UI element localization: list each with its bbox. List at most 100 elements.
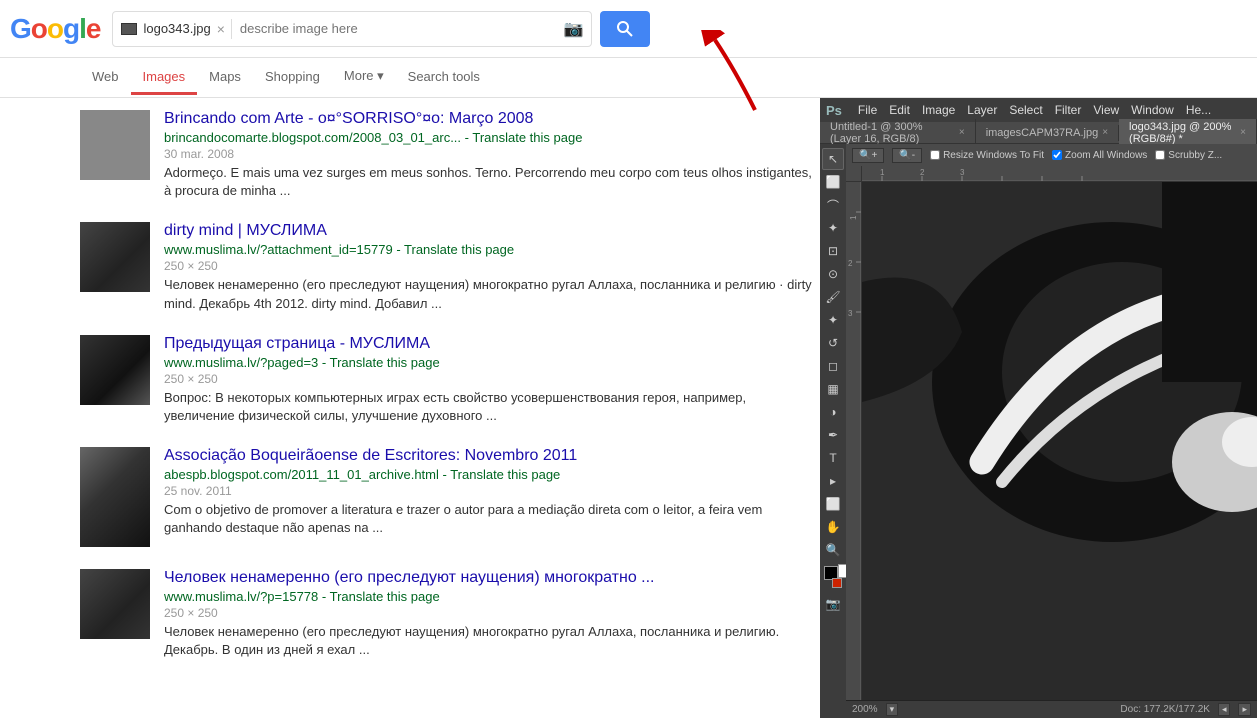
translate-link[interactable]: Translate this page: [450, 467, 560, 482]
ps-scrubby-zoom-checkbox[interactable]: [1155, 150, 1165, 160]
ps-resize-checkbox: Resize Windows To Fit: [930, 150, 1044, 161]
result-size: 250 × 250: [164, 372, 820, 386]
ps-path-select-tool[interactable]: ▸: [822, 470, 844, 492]
ps-type-tool[interactable]: T: [822, 447, 844, 469]
ps-zoom-all-windows-checkbox[interactable]: [1052, 150, 1062, 160]
ps-menu-view[interactable]: View: [1093, 103, 1119, 117]
ps-doc-nav-right[interactable]: ▸: [1238, 703, 1251, 716]
google-logo: Google: [10, 13, 100, 45]
ps-ruler-top: 1 2 3: [862, 166, 1257, 182]
result-title[interactable]: Brincando com Arte - o¤°SORRISO°¤o: Març…: [164, 110, 820, 128]
ps-gradient-tool[interactable]: ▦: [822, 378, 844, 400]
ps-lasso-tool[interactable]: ⌒: [822, 194, 844, 216]
result-url: www.muslima.lv/?paged=3 - Translate this…: [164, 355, 820, 370]
ps-eraser-tool[interactable]: ◻: [822, 355, 844, 377]
ps-tab-logo[interactable]: logo343.jpg @ 200% (RGB/8#) * ×: [1119, 119, 1257, 147]
result-thumbnail: [80, 569, 150, 639]
translate-link[interactable]: Translate this page: [472, 130, 582, 145]
ps-spot-heal-tool[interactable]: ⊙: [822, 263, 844, 285]
svg-text:2: 2: [920, 168, 925, 177]
ps-tab-close[interactable]: ×: [1102, 127, 1108, 138]
search-button[interactable]: [600, 11, 650, 47]
ps-zoom-in-button[interactable]: 🔍+: [852, 148, 884, 163]
ps-resize-label: Resize Windows To Fit: [943, 150, 1044, 161]
result-info: Человек ненамеренно (его преследуют наущ…: [164, 569, 820, 659]
ps-statusbar: 200% ▾ Doc: 177.2K/177.2K ◂ ▸: [846, 700, 1257, 718]
result-url: brincandocomarte.blogspot.com/2008_03_01…: [164, 130, 820, 145]
camera-search-button[interactable]: 📷: [564, 19, 584, 39]
tab-search-tools[interactable]: Search tools: [396, 61, 492, 95]
result-title[interactable]: dirty mind | МУСЛИМА: [164, 222, 820, 240]
ps-menu-window[interactable]: Window: [1131, 103, 1174, 117]
tab-maps[interactable]: Maps: [197, 61, 253, 95]
header: Google logo343.jpg × 📷: [0, 0, 1257, 58]
ps-menu-file[interactable]: File: [858, 103, 877, 117]
result-snippet: Вопрос: В некоторых компьютерных играх е…: [164, 389, 820, 425]
result-url: abespb.blogspot.com/2011_11_01_archive.h…: [164, 467, 820, 482]
translate-link[interactable]: Translate this page: [330, 589, 440, 604]
ps-background-color[interactable]: [838, 564, 846, 578]
tab-more[interactable]: More ▾: [332, 60, 396, 95]
ps-magic-wand-tool[interactable]: ✦: [822, 217, 844, 239]
ps-tab-close[interactable]: ×: [959, 127, 965, 138]
result-title[interactable]: Предыдущая страница - МУСЛИМА: [164, 335, 820, 353]
ps-tab-untitled[interactable]: Untitled-1 @ 300% (Layer 16, RGB/8) ×: [820, 119, 976, 147]
nav-tabs: Web Images Maps Shopping More ▾ Search t…: [0, 58, 1257, 98]
ps-scrubby-checkbox: Scrubby Z...: [1155, 150, 1222, 161]
result-size: 250 × 250: [164, 606, 820, 620]
photoshop-panel: Ps File Edit Image Layer Select Filter V…: [820, 98, 1257, 718]
result-url: www.muslima.lv/?attachment_id=15779 - Tr…: [164, 242, 820, 257]
ps-zoom-dropdown-button[interactable]: ▾: [886, 703, 899, 716]
ps-color-box: [822, 566, 844, 588]
ps-camera-tool[interactable]: 📷: [822, 593, 844, 615]
ps-crop-tool[interactable]: ⊡: [822, 240, 844, 262]
table-row: dirty mind | МУСЛИМА www.muslima.lv/?att…: [80, 222, 820, 312]
translate-link[interactable]: Translate this page: [330, 355, 440, 370]
ps-menu-help[interactable]: He...: [1186, 103, 1211, 117]
ps-move-tool[interactable]: ↖: [822, 148, 844, 170]
table-row: Brincando com Arte - o¤°SORRISO°¤o: Març…: [80, 110, 820, 200]
svg-text:1: 1: [849, 215, 858, 220]
ps-shape-tool[interactable]: ⬜: [822, 493, 844, 515]
svg-text:3: 3: [848, 309, 853, 318]
tab-images[interactable]: Images: [131, 61, 198, 95]
ps-marquee-tool[interactable]: ⬜: [822, 171, 844, 193]
ps-brush-tool[interactable]: 🖌: [822, 286, 844, 308]
ps-workspace: ↖ ⬜ ⌒ ✦ ⊡ ⊙ 🖌 ✦ ↺ ◻ ▦ ◑ ✒ T ▸ ⬜ ✋ 🔍: [820, 144, 1257, 718]
table-row: Человек ненамеренно (его преследуют наущ…: [80, 569, 820, 659]
search-bar: logo343.jpg × 📷: [112, 11, 592, 47]
ps-zoom-all-checkbox: Zoom All Windows: [1052, 150, 1147, 161]
result-size: 250 × 250: [164, 259, 820, 273]
ps-menu-layer[interactable]: Layer: [967, 103, 997, 117]
ps-menu-image[interactable]: Image: [922, 103, 955, 117]
ps-image-area: [862, 182, 1257, 700]
result-thumbnail: [80, 447, 150, 547]
tab-shopping[interactable]: Shopping: [253, 61, 332, 95]
ps-menu-filter[interactable]: Filter: [1055, 103, 1082, 117]
ps-menu-select[interactable]: Select: [1009, 103, 1042, 117]
result-title[interactable]: Человек ненамеренно (его преследуют наущ…: [164, 569, 820, 587]
result-thumbnail: [80, 110, 150, 180]
ps-clone-tool[interactable]: ✦: [822, 309, 844, 331]
table-row: Associação Boqueirãoense de Escritores: …: [80, 447, 820, 547]
ps-hand-tool[interactable]: ✋: [822, 516, 844, 538]
ps-zoom-out-button[interactable]: 🔍-: [892, 148, 922, 163]
ps-menu-edit[interactable]: Edit: [889, 103, 910, 117]
result-thumbnail: [80, 222, 150, 292]
ps-resize-windows-checkbox[interactable]: [930, 150, 940, 160]
ps-doc-nav-left[interactable]: ◂: [1218, 703, 1231, 716]
ps-tab-close[interactable]: ×: [1240, 127, 1246, 138]
search-input[interactable]: [240, 21, 564, 36]
tab-web[interactable]: Web: [80, 61, 131, 95]
ps-options-bar: 🔍+ 🔍- Resize Windows To Fit Zoom All Win…: [846, 144, 1257, 166]
ps-history-brush-tool[interactable]: ↺: [822, 332, 844, 354]
ps-zoom-tool[interactable]: 🔍: [822, 539, 844, 561]
ps-tab-images[interactable]: imagesCAPM37RA.jpg ×: [976, 125, 1119, 141]
ps-dodge-tool[interactable]: ◑: [822, 401, 844, 423]
translate-link[interactable]: Translate this page: [404, 242, 514, 257]
ps-pen-tool[interactable]: ✒: [822, 424, 844, 446]
result-title[interactable]: Associação Boqueirãoense de Escritores: …: [164, 447, 820, 465]
ps-logo: Ps: [826, 103, 842, 118]
clear-search-icon[interactable]: ×: [217, 21, 225, 37]
search-results: Brincando com Arte - o¤°SORRISO°¤o: Març…: [0, 98, 820, 718]
